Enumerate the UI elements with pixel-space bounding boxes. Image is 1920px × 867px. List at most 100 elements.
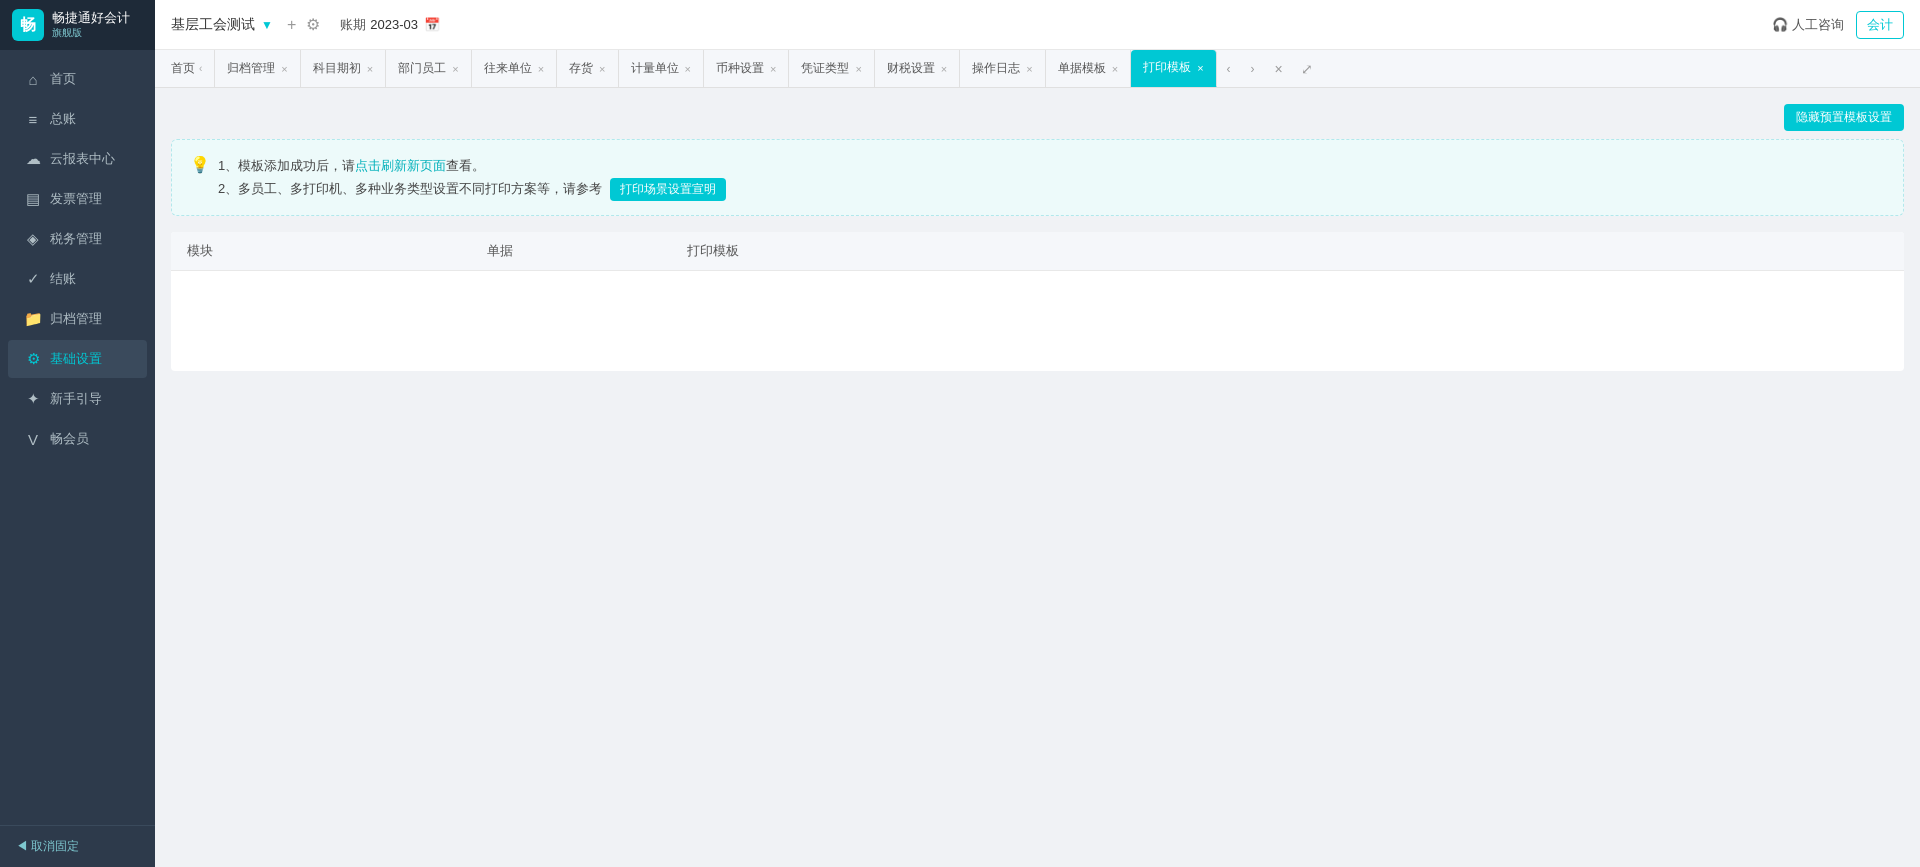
tax-icon: ◈ — [24, 230, 42, 248]
add-tab-button[interactable]: + — [287, 16, 296, 34]
sidebar-item-guide[interactable]: ✦ 新手引导 — [8, 380, 147, 418]
tab-subject[interactable]: 科目期初 × — [301, 50, 386, 88]
topbar-settings-icon[interactable]: ⚙ — [306, 15, 320, 34]
tab-stock-label: 存货 — [569, 60, 593, 77]
refresh-link[interactable]: 点击刷新新页面 — [355, 158, 446, 173]
close-all-tabs-button[interactable]: × — [1265, 50, 1293, 88]
notice-row: 💡 1、模板添加成功后，请点击刷新新页面查看。 2、多员工、多打印机、多种业务类… — [190, 154, 1885, 201]
sidebar-item-home[interactable]: ⌂ 首页 — [8, 60, 147, 98]
sidebar-footer-label: ◀ 取消固定 — [16, 838, 79, 855]
guide-icon: ✦ — [24, 390, 42, 408]
ledger-icon: ≡ — [24, 111, 42, 128]
tab-oplog-label: 操作日志 — [972, 60, 1020, 77]
notice-text: 1、模板添加成功后，请点击刷新新页面查看。 2、多员工、多打印机、多种业务类型设… — [218, 154, 726, 201]
support-button[interactable]: 🎧 人工咨询 — [1772, 16, 1844, 34]
period-label: 账期 — [340, 16, 366, 34]
sidebar-item-tax[interactable]: ◈ 税务管理 — [8, 220, 147, 258]
hide-template-button[interactable]: 隐藏预置模板设置 — [1784, 104, 1904, 131]
sidebar-item-label: 结账 — [50, 270, 76, 288]
sidebar-item-reports[interactable]: ☁ 云报表中心 — [8, 140, 147, 178]
tab-printtemplate[interactable]: 打印模板 × — [1131, 50, 1216, 88]
home-icon: ⌂ — [24, 71, 42, 88]
tab-taxsettings-close-icon[interactable]: × — [941, 63, 947, 75]
topbar: 基层工会测试 ▼ + ⚙ 账期 2023-03 📅 🎧 人工咨询 会计 — [155, 0, 1920, 50]
tab-unit-label: 计量单位 — [631, 60, 679, 77]
tab-prev-button[interactable]: ‹ — [1217, 50, 1241, 88]
sidebar-item-label: 归档管理 — [50, 310, 102, 328]
sidebar-item-archive[interactable]: 📁 归档管理 — [8, 300, 147, 338]
sidebar-item-ledger[interactable]: ≡ 总账 — [8, 100, 147, 138]
logo-sub: 旗舰版 — [52, 26, 130, 40]
tab-unit-close-icon[interactable]: × — [685, 63, 691, 75]
tab-singletemplate[interactable]: 单据模板 × — [1046, 50, 1131, 88]
tab-taxsettings-label: 财税设置 — [887, 60, 935, 77]
content-area: 隐藏预置模板设置 💡 1、模板添加成功后，请点击刷新新页面查看。 2、多员工、多… — [155, 88, 1920, 867]
notice-line-1: 1、模板添加成功后，请点击刷新新页面查看。 — [218, 154, 726, 177]
tab-oplog-close-icon[interactable]: × — [1026, 63, 1032, 75]
tab-oplog[interactable]: 操作日志 × — [960, 50, 1045, 88]
tab-unit[interactable]: 计量单位 × — [619, 50, 704, 88]
sidebar-item-label: 税务管理 — [50, 230, 102, 248]
tab-voucher-label: 凭证类型 — [801, 60, 849, 77]
bulb-icon: 💡 — [190, 155, 210, 174]
table-header: 模块 单据 打印模板 — [171, 232, 1904, 271]
calendar-icon[interactable]: 📅 — [424, 17, 440, 32]
tab-home[interactable]: 首页 ‹ — [159, 50, 215, 88]
tab-partner-label: 往来单位 — [484, 60, 532, 77]
print-template-table: 模块 单据 打印模板 — [171, 232, 1904, 371]
tab-currency[interactable]: 币种设置 × — [704, 50, 789, 88]
col-module: 模块 — [171, 232, 471, 270]
tab-stock-close-icon[interactable]: × — [599, 63, 605, 75]
org-selector[interactable]: 基层工会测试 ▼ — [171, 16, 273, 34]
tab-taxsettings[interactable]: 财税设置 × — [875, 50, 960, 88]
sidebar-item-member[interactable]: V 畅会员 — [8, 420, 147, 458]
sidebar-item-label: 基础设置 — [50, 350, 102, 368]
support-label: 人工咨询 — [1792, 16, 1844, 34]
tab-partner-close-icon[interactable]: × — [538, 63, 544, 75]
table-body — [171, 271, 1904, 371]
cancel-pin-button[interactable]: ◀ 取消固定 — [0, 825, 155, 867]
tab-next-button[interactable]: › — [1241, 50, 1265, 88]
tab-currency-label: 币种设置 — [716, 60, 764, 77]
notice-box: 💡 1、模板添加成功后，请点击刷新新页面查看。 2、多员工、多打印机、多种业务类… — [171, 139, 1904, 216]
print-scene-button[interactable]: 打印场景设置宣明 — [610, 178, 726, 201]
sidebar-item-settings[interactable]: ⚙ 基础设置 — [8, 340, 147, 378]
logo-name: 畅捷通好会计 — [52, 10, 130, 27]
tab-voucher-close-icon[interactable]: × — [855, 63, 861, 75]
tab-partner[interactable]: 往来单位 × — [472, 50, 557, 88]
tab-subject-label: 科目期初 — [313, 60, 361, 77]
sidebar-item-label: 新手引导 — [50, 390, 102, 408]
tabbar: 首页 ‹ 归档管理 × 科目期初 × 部门员工 × 往来单位 × 存货 × 计量… — [155, 50, 1920, 88]
tab-archive-close-icon[interactable]: × — [281, 63, 287, 75]
tab-printtemplate-label: 打印模板 — [1143, 59, 1191, 76]
tab-singletemplate-close-icon[interactable]: × — [1112, 63, 1118, 75]
sidebar-item-label: 云报表中心 — [50, 150, 115, 168]
cloud-icon: ☁ — [24, 150, 42, 168]
topbar-right: 🎧 人工咨询 会计 — [1772, 11, 1904, 39]
notice-line-2: 2、多员工、多打印机、多种业务类型设置不同打印方案等，请参考 打印场景设置宣明 — [218, 177, 726, 201]
tab-voucher[interactable]: 凭证类型 × — [789, 50, 874, 88]
sidebar-item-label: 总账 — [50, 110, 76, 128]
app-logo: 畅 畅捷通好会计 旗舰版 — [0, 0, 155, 50]
tab-printtemplate-close-icon[interactable]: × — [1197, 62, 1203, 74]
tab-archive-label: 归档管理 — [227, 60, 275, 77]
expand-tab-button[interactable]: ⤢ — [1293, 50, 1321, 88]
tab-subject-close-icon[interactable]: × — [367, 63, 373, 75]
hide-template-area: 隐藏预置模板设置 — [171, 104, 1904, 131]
tab-archive[interactable]: 归档管理 × — [215, 50, 300, 88]
sidebar-item-invoice[interactable]: ▤ 发票管理 — [8, 180, 147, 218]
sidebar-item-label: 首页 — [50, 70, 76, 88]
headset-icon: 🎧 — [1772, 17, 1788, 32]
tab-department-close-icon[interactable]: × — [452, 63, 458, 75]
tab-department[interactable]: 部门员工 × — [386, 50, 471, 88]
account-button[interactable]: 会计 — [1856, 11, 1904, 39]
sidebar-item-close[interactable]: ✓ 结账 — [8, 260, 147, 298]
tab-currency-close-icon[interactable]: × — [770, 63, 776, 75]
tab-singletemplate-label: 单据模板 — [1058, 60, 1106, 77]
period-value: 2023-03 — [370, 17, 418, 32]
sidebar-nav: ⌂ 首页 ≡ 总账 ☁ 云报表中心 ▤ 发票管理 ◈ 税务管理 ✓ 结账 📁 归… — [0, 50, 155, 825]
tab-home-label: 首页 — [171, 60, 195, 77]
tab-stock[interactable]: 存货 × — [557, 50, 618, 88]
home-tab-arrow-icon: ‹ — [199, 63, 202, 74]
close-accounts-icon: ✓ — [24, 270, 42, 288]
